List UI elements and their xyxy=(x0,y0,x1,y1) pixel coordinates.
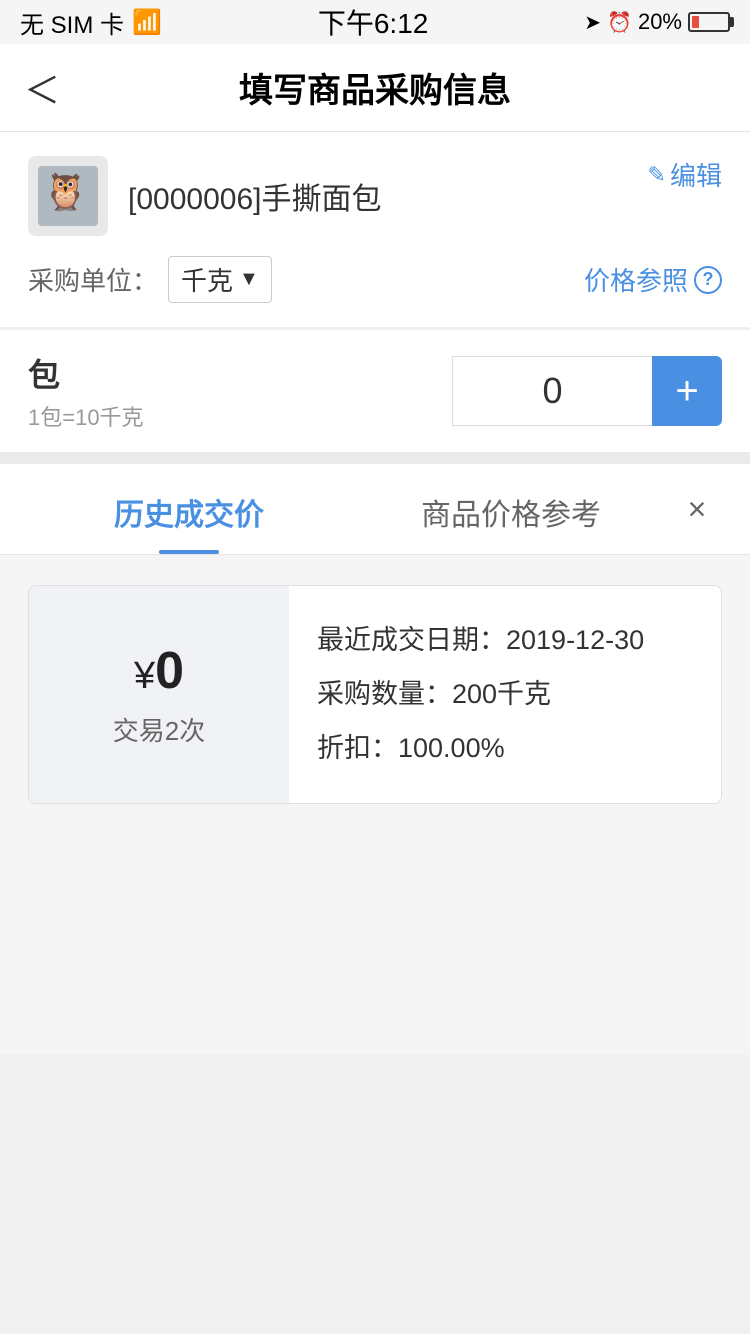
history-card-left: ¥0 交易2次 xyxy=(29,586,289,803)
product-left: [0000006]手撕面包 xyxy=(28,156,381,236)
unit-label: 采购单位： xyxy=(28,261,158,298)
status-bar-right: ➤ ⏰ 20% xyxy=(584,9,730,35)
tab-price-reference[interactable]: 商品价格参考 xyxy=(350,464,672,554)
tabs-container: 历史成交价 商品价格参考 × xyxy=(0,464,750,555)
carrier-text: 无 SIM 卡 xyxy=(20,5,124,40)
unit-selector: 采购单位： 千克 ▼ xyxy=(28,256,272,303)
back-button[interactable]: ＜ xyxy=(24,62,60,114)
quantity-input-row: + xyxy=(452,356,722,426)
quantity-section: 包 1包=10千克 + xyxy=(0,329,750,452)
main-content: ¥0 交易2次 最近成交日期：2019-12-30 采购数量：200千克 折扣：… xyxy=(0,555,750,1055)
status-bar-left: 无 SIM 卡 📶 xyxy=(20,5,162,40)
product-unit-row: 采购单位： 千克 ▼ 价格参照 ? xyxy=(28,256,722,303)
quantity-value-text: 200千克 xyxy=(452,679,551,709)
status-bar-time: 下午6:12 xyxy=(318,2,429,42)
history-quantity-row: 采购数量：200千克 xyxy=(317,676,693,714)
history-card-right: 最近成交日期：2019-12-30 采购数量：200千克 折扣：100.00% xyxy=(289,586,721,803)
page-title: 填写商品采购信息 xyxy=(239,63,511,112)
discount-value: 100.00% xyxy=(398,733,505,763)
wifi-icon: 📶 xyxy=(132,8,162,37)
edit-button[interactable]: ✎ 编辑 xyxy=(648,156,722,193)
price-value: 0 xyxy=(155,642,184,700)
quantity-label: 包 1包=10千克 xyxy=(28,350,144,432)
info-icon: ? xyxy=(694,266,722,294)
quantity-sub-text: 1包=10千克 xyxy=(28,400,144,432)
price-ref-label: 价格参照 xyxy=(584,261,688,298)
quantity-input[interactable] xyxy=(452,356,652,426)
history-discount-row: 折扣：100.00% xyxy=(317,730,693,768)
quantity-plus-button[interactable]: + xyxy=(652,356,722,426)
product-info: [0000006]手撕面包 xyxy=(128,174,381,218)
product-logo xyxy=(38,166,98,226)
dropdown-arrow-icon: ▼ xyxy=(239,268,259,291)
history-date-row: 最近成交日期：2019-12-30 xyxy=(317,622,693,660)
battery-icon xyxy=(688,12,730,32)
location-icon: ➤ xyxy=(584,10,601,35)
quantity-label-text: 采购数量： xyxy=(317,679,452,709)
history-price: ¥0 xyxy=(134,641,184,701)
price-reference-button[interactable]: 价格参照 ? xyxy=(584,261,722,298)
latest-date-label: 最近成交日期： xyxy=(317,625,506,655)
latest-date-value: 2019-12-30 xyxy=(506,625,644,655)
edit-icon: ✎ xyxy=(648,162,666,188)
product-header: [0000006]手撕面包 ✎ 编辑 xyxy=(28,156,722,236)
owl-icon xyxy=(43,171,93,221)
section-divider xyxy=(0,452,750,464)
currency-symbol: ¥ xyxy=(134,655,155,697)
unit-value: 千克 xyxy=(181,261,233,298)
product-full-name: [0000006]手撕面包 xyxy=(128,174,381,218)
history-trade-count: 交易2次 xyxy=(113,711,205,748)
unit-dropdown[interactable]: 千克 ▼ xyxy=(168,256,272,303)
quantity-unit: 包 xyxy=(28,350,144,396)
status-bar: 无 SIM 卡 📶 下午6:12 ➤ ⏰ 20% xyxy=(0,0,750,44)
nav-bar: ＜ 填写商品采购信息 xyxy=(0,44,750,132)
discount-label: 折扣： xyxy=(317,733,398,763)
product-thumbnail xyxy=(28,156,108,236)
alarm-icon: ⏰ xyxy=(607,10,632,35)
battery-percent: 20% xyxy=(638,9,682,35)
tab-history-price[interactable]: 历史成交价 xyxy=(28,464,350,554)
tab-close-button[interactable]: × xyxy=(672,484,722,534)
product-card: [0000006]手撕面包 ✎ 编辑 采购单位： 千克 ▼ 价格参照 ? xyxy=(0,132,750,327)
edit-label: 编辑 xyxy=(670,156,722,193)
history-card: ¥0 交易2次 最近成交日期：2019-12-30 采购数量：200千克 折扣：… xyxy=(28,585,722,804)
